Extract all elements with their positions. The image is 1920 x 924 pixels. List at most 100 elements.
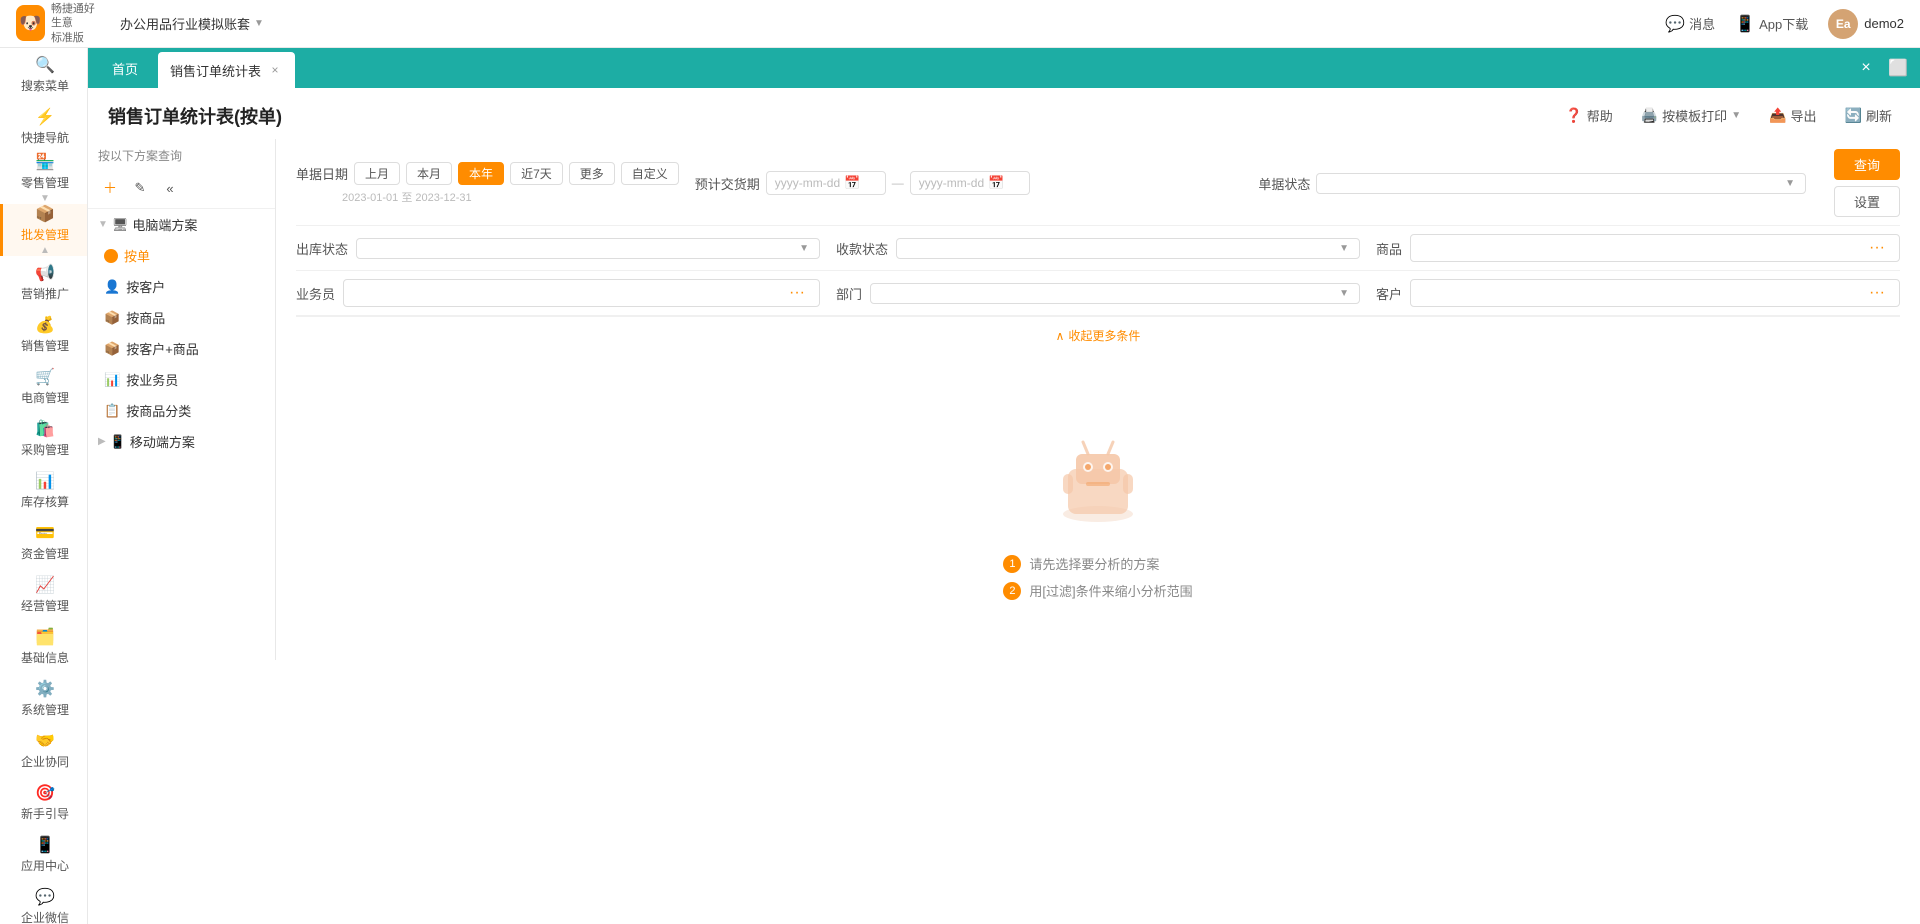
export-button[interactable]: 📤 导出 xyxy=(1761,102,1824,129)
tab-bar-right: × ⬜ xyxy=(1852,54,1920,82)
empty-tip-2: 2 用[过滤]条件来缩小分析范围 xyxy=(1003,581,1192,600)
logo-text: 畅捷通好生意 标准版 xyxy=(51,2,104,45)
date-btn-this-month[interactable]: 本月 xyxy=(406,162,452,185)
department-select[interactable]: ▼ xyxy=(870,283,1360,304)
shortcut-icon: ⚡ xyxy=(35,107,55,127)
sidebar-item-marketing[interactable]: 📢 营销推广 xyxy=(0,256,87,308)
add-scheme-button[interactable]: ＋ xyxy=(98,176,122,200)
tab-sales-order-stats[interactable]: 销售订单统计表 × xyxy=(158,52,295,88)
person-icon: 👤 xyxy=(104,279,120,295)
tree-category-mobile[interactable]: ▶ 📱 移动端方案 xyxy=(88,426,275,457)
product-icon: 📦 xyxy=(104,310,120,326)
empty-tip-1: 1 请先选择要分析的方案 xyxy=(1003,554,1192,573)
page-title-bar: 销售订单统计表(按单) ❓ 帮助 🖨️ 按模板打印 ▼ 📤 xyxy=(88,88,1920,139)
salesperson-more-icon[interactable]: ··· xyxy=(785,284,809,302)
order-status-select[interactable]: ▼ xyxy=(1316,173,1806,194)
logo-icon: 🐶 xyxy=(16,5,45,41)
tab-home[interactable]: 首页 xyxy=(96,48,154,88)
customer-input[interactable]: ··· xyxy=(1410,279,1900,307)
tree-item-by-order[interactable]: 按单 xyxy=(88,240,275,271)
two-col-layout: 按以下方案查询 ＋ ✎ « xyxy=(88,139,1920,660)
sidebar-item-operations[interactable]: 📈 经营管理 xyxy=(0,568,87,620)
search-icon: 🔍 xyxy=(35,55,55,75)
order-status-chevron-icon: ▼ xyxy=(1785,178,1795,189)
sidebar-item-shortcut[interactable]: ⚡ 快捷导航 xyxy=(0,100,87,152)
date-btn-last-month[interactable]: 上月 xyxy=(354,162,400,185)
sidebar-item-inventory[interactable]: 📊 库存核算 xyxy=(0,464,87,516)
tip-num-2: 2 xyxy=(1003,582,1021,600)
sidebar-item-search[interactable]: 🔍 搜索菜单 xyxy=(0,48,87,100)
tree-item-by-customer[interactable]: 👤 按客户 xyxy=(88,271,275,302)
active-scheme-indicator xyxy=(104,249,118,263)
date-btn-custom[interactable]: 自定义 xyxy=(621,162,679,185)
empty-illustration xyxy=(1038,414,1158,534)
expected-date-to-input[interactable]: yyyy-mm-dd 📅 xyxy=(910,171,1030,195)
date-btn-this-year[interactable]: 本年 xyxy=(458,162,504,185)
query-button[interactable]: 查询 xyxy=(1834,149,1900,180)
tree-item-by-category[interactable]: 📋 按商品分类 xyxy=(88,395,275,426)
workspace-chevron-icon: ▼ xyxy=(254,18,264,29)
content-area: 首页 销售订单统计表 × × ⬜ 销售订单统计表(按单) ❓ xyxy=(88,48,1920,924)
app-download-button[interactable]: 📱 App下载 xyxy=(1735,14,1808,34)
wechat-icon: 💬 xyxy=(35,887,55,907)
message-icon: 💬 xyxy=(1665,14,1685,34)
collection-status-select[interactable]: ▼ xyxy=(896,238,1360,259)
salesperson-input[interactable]: ··· xyxy=(343,279,820,307)
sidebar-item-wechat[interactable]: 💬 企业微信 xyxy=(0,880,87,924)
expected-date-from-input[interactable]: yyyy-mm-dd 📅 xyxy=(766,171,886,195)
delivery-status-select[interactable]: ▼ xyxy=(356,238,820,259)
tree-item-by-salesperson[interactable]: 📊 按业务员 xyxy=(88,364,275,395)
apps-icon: 📱 xyxy=(35,835,55,855)
sidebar-item-retail[interactable]: 🏪 零售管理 ▼ xyxy=(0,152,87,204)
left-panel: 按以下方案查询 ＋ ✎ « xyxy=(88,139,276,660)
download-icon: 📱 xyxy=(1735,14,1755,34)
goods-input[interactable]: ··· xyxy=(1410,234,1900,262)
close-all-tabs-button[interactable]: × xyxy=(1852,54,1880,82)
workspace-name: 办公用品行业模拟账套 xyxy=(120,14,250,33)
finance-icon: 💳 xyxy=(35,523,55,543)
maximize-button[interactable]: ⬜ xyxy=(1884,54,1912,82)
goods-more-icon[interactable]: ··· xyxy=(1865,239,1889,257)
date-btn-last-7-days[interactable]: 近7天 xyxy=(510,162,563,185)
operations-icon: 📈 xyxy=(35,575,55,595)
collapse-chevron-icon: ∧ xyxy=(1056,329,1065,343)
workspace-selector[interactable]: 办公用品行业模拟账套 ▼ xyxy=(120,14,264,33)
collection-chevron-icon: ▼ xyxy=(1339,243,1349,254)
sidebar-item-purchase[interactable]: 🛍️ 采购管理 xyxy=(0,412,87,464)
sidebar-item-sales[interactable]: 💰 销售管理 xyxy=(0,308,87,360)
purchase-icon: 🛍️ xyxy=(35,419,55,439)
sidebar-item-enterprise[interactable]: 🤝 企业协同 xyxy=(0,724,87,776)
sidebar-item-system[interactable]: ⚙️ 系统管理 xyxy=(0,672,87,724)
department-chevron-icon: ▼ xyxy=(1339,288,1349,299)
logo-area: 🐶 畅捷通好生意 标准版 xyxy=(16,2,104,45)
date-btn-more[interactable]: 更多 xyxy=(569,162,615,185)
refresh-button[interactable]: 🔄 刷新 xyxy=(1837,102,1900,129)
help-button[interactable]: ❓ 帮助 xyxy=(1557,102,1620,129)
user-area[interactable]: Ea demo2 xyxy=(1828,9,1904,39)
template-print-button[interactable]: 🖨️ 按模板打印 ▼ xyxy=(1633,102,1749,129)
top-header: 🐶 畅捷通好生意 标准版 办公用品行业模拟账套 ▼ 💬 消息 📱 App下载 E… xyxy=(0,0,1920,48)
customer-more-icon[interactable]: ··· xyxy=(1865,284,1889,302)
tree-item-by-customer-product[interactable]: 📦 按客户+商品 xyxy=(88,333,275,364)
tab-close-icon[interactable]: × xyxy=(267,62,283,78)
edit-scheme-button[interactable]: ✎ xyxy=(128,176,152,200)
goods-label: 商品 xyxy=(1376,239,1402,258)
sidebar-item-ecommerce[interactable]: 🛒 电商管理 xyxy=(0,360,87,412)
tree-category-mobile-label: 移动端方案 xyxy=(130,432,195,451)
tree-collapsed-icon: ▶ xyxy=(98,436,106,447)
sidebar-item-finance[interactable]: 💳 资金管理 xyxy=(0,516,87,568)
empty-state: 1 请先选择要分析的方案 2 用[过滤]条件来缩小分析范围 xyxy=(276,354,1920,660)
sidebar-item-apps[interactable]: 📱 应用中心 xyxy=(0,828,87,880)
tab-bar: 首页 销售订单统计表 × × ⬜ xyxy=(88,48,1920,88)
setting-button[interactable]: 设置 xyxy=(1834,186,1900,217)
tree-category-desktop[interactable]: ▼ 🖥 电脑端方案 xyxy=(88,209,275,240)
collapse-panel-button[interactable]: « xyxy=(158,176,182,200)
order-status-label: 单据状态 xyxy=(1258,174,1310,193)
sidebar-item-newbie[interactable]: 🎯 新手引导 xyxy=(0,776,87,828)
tree-item-by-product[interactable]: 📦 按商品 xyxy=(88,302,275,333)
sidebar-item-wholesale[interactable]: 📦 批发管理 ▲ xyxy=(0,204,87,256)
collapse-more-conditions-button[interactable]: ∧ 收起更多条件 xyxy=(296,316,1900,354)
message-button[interactable]: 💬 消息 xyxy=(1665,14,1715,34)
help-icon: ❓ xyxy=(1565,107,1582,124)
sidebar-item-base[interactable]: 🗂️ 基础信息 xyxy=(0,620,87,672)
